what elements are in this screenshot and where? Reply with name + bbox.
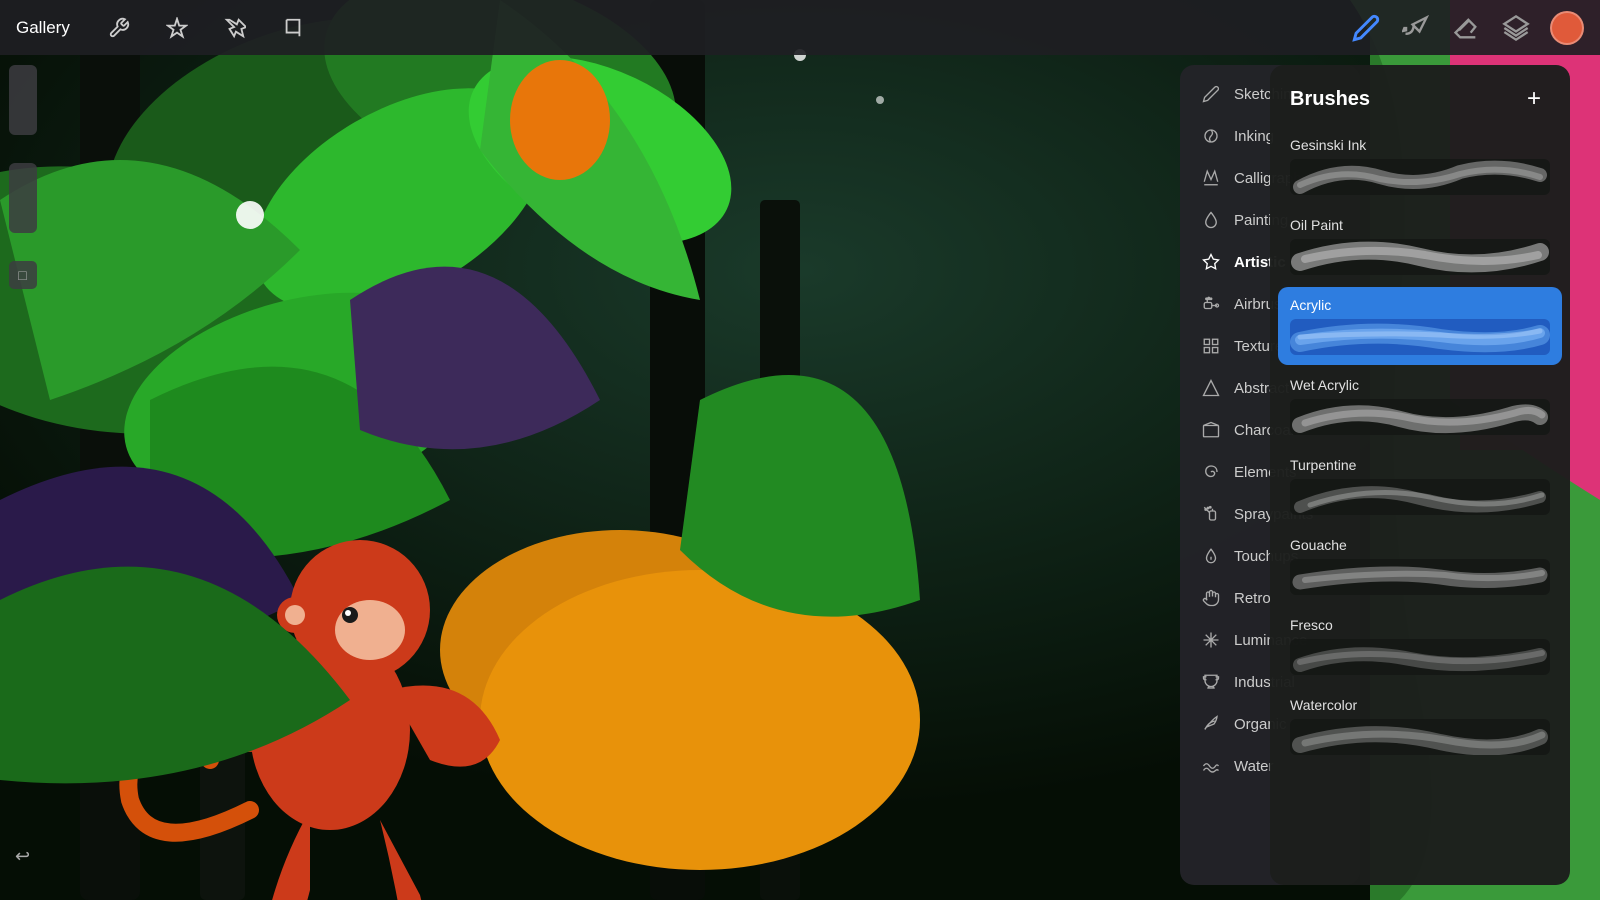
brush-tool-button[interactable]	[1400, 12, 1432, 44]
spray-icon	[1200, 503, 1222, 525]
category-label-inking: Inking	[1234, 128, 1274, 145]
brush-name-watercolor: Watercolor	[1290, 697, 1550, 713]
brush-preview-turpentine	[1290, 479, 1550, 515]
brush-item-wet-acrylic[interactable]: Wet Acrylic	[1278, 367, 1562, 445]
wrench-button[interactable]	[100, 11, 138, 45]
brush-item-turpentine[interactable]: Turpentine	[1278, 447, 1562, 525]
brush-preview-gouache	[1290, 559, 1550, 595]
brush-name-gesinski-ink: Gesinski Ink	[1290, 137, 1550, 153]
ink-icon	[1200, 125, 1222, 147]
raindrop-icon	[1200, 545, 1222, 567]
brush-name-oil-paint: Oil Paint	[1290, 217, 1550, 233]
pen-tool-button[interactable]	[1350, 12, 1382, 44]
brush-preview-watercolor	[1290, 719, 1550, 755]
brush-name-fresco: Fresco	[1290, 617, 1550, 633]
brush-name-wet-acrylic: Wet Acrylic	[1290, 377, 1550, 393]
wave-icon	[1200, 755, 1222, 777]
grid-icon	[1200, 335, 1222, 357]
brush-preview-acrylic	[1290, 319, 1550, 355]
brush-name-turpentine: Turpentine	[1290, 457, 1550, 473]
spiral-icon	[1200, 461, 1222, 483]
brush-list-scroll[interactable]: Gesinski Ink Oil Paint Acrylic Wet Acryl…	[1270, 127, 1570, 885]
brush-item-oil-paint[interactable]: Oil Paint	[1278, 207, 1562, 285]
eraser-tool-button[interactable]	[1450, 12, 1482, 44]
undo-button[interactable]: ↩	[9, 842, 37, 870]
sparkle-icon	[1200, 629, 1222, 651]
brush-item-fresco[interactable]: Fresco	[1278, 607, 1562, 685]
brush-item-gesinski-ink[interactable]: Gesinski Ink	[1278, 127, 1562, 205]
brush-list-panel: Brushes + Gesinski Ink Oil Paint Acrylic…	[1270, 65, 1570, 885]
category-label-water: Water	[1234, 758, 1273, 775]
star-icon	[1200, 251, 1222, 273]
pencil-icon	[1200, 83, 1222, 105]
airbrush-icon	[1200, 293, 1222, 315]
layers-button[interactable]	[1500, 12, 1532, 44]
brush-item-watercolor[interactable]: Watercolor	[1278, 687, 1562, 765]
gallery-button[interactable]: Gallery	[16, 18, 70, 38]
category-label-retro: Retro	[1234, 590, 1271, 607]
magic-button[interactable]	[158, 11, 196, 45]
brush-preview-gesinski-ink	[1290, 159, 1550, 195]
brush-item-acrylic[interactable]: Acrylic	[1278, 287, 1562, 365]
hand-icon	[1200, 587, 1222, 609]
selection-button[interactable]	[216, 11, 254, 45]
toolbar: Gallery	[0, 0, 1600, 55]
triangle-icon	[1200, 377, 1222, 399]
brush-preview-fresco	[1290, 639, 1550, 675]
brush-list-header: Brushes +	[1270, 65, 1570, 127]
brush-name-acrylic: Acrylic	[1290, 297, 1550, 313]
left-panel: □ ↩	[0, 55, 45, 900]
calligraphy-icon	[1200, 167, 1222, 189]
trophy-icon	[1200, 671, 1222, 693]
brushes-title: Brushes	[1290, 88, 1370, 111]
brush-preview-wet-acrylic	[1290, 399, 1550, 435]
leaf-icon	[1200, 713, 1222, 735]
brush-item-gouache[interactable]: Gouache	[1278, 527, 1562, 605]
transform-button[interactable]	[274, 11, 312, 45]
layer-toggle[interactable]: □	[9, 261, 37, 289]
color-swatch[interactable]	[1550, 11, 1584, 45]
size-slider[interactable]	[9, 163, 37, 233]
brush-preview-oil-paint	[1290, 239, 1550, 275]
drop-icon	[1200, 209, 1222, 231]
opacity-slider[interactable]	[9, 65, 37, 135]
add-brush-button[interactable]: +	[1518, 83, 1550, 115]
brush-name-gouache: Gouache	[1290, 537, 1550, 553]
building-icon	[1200, 419, 1222, 441]
